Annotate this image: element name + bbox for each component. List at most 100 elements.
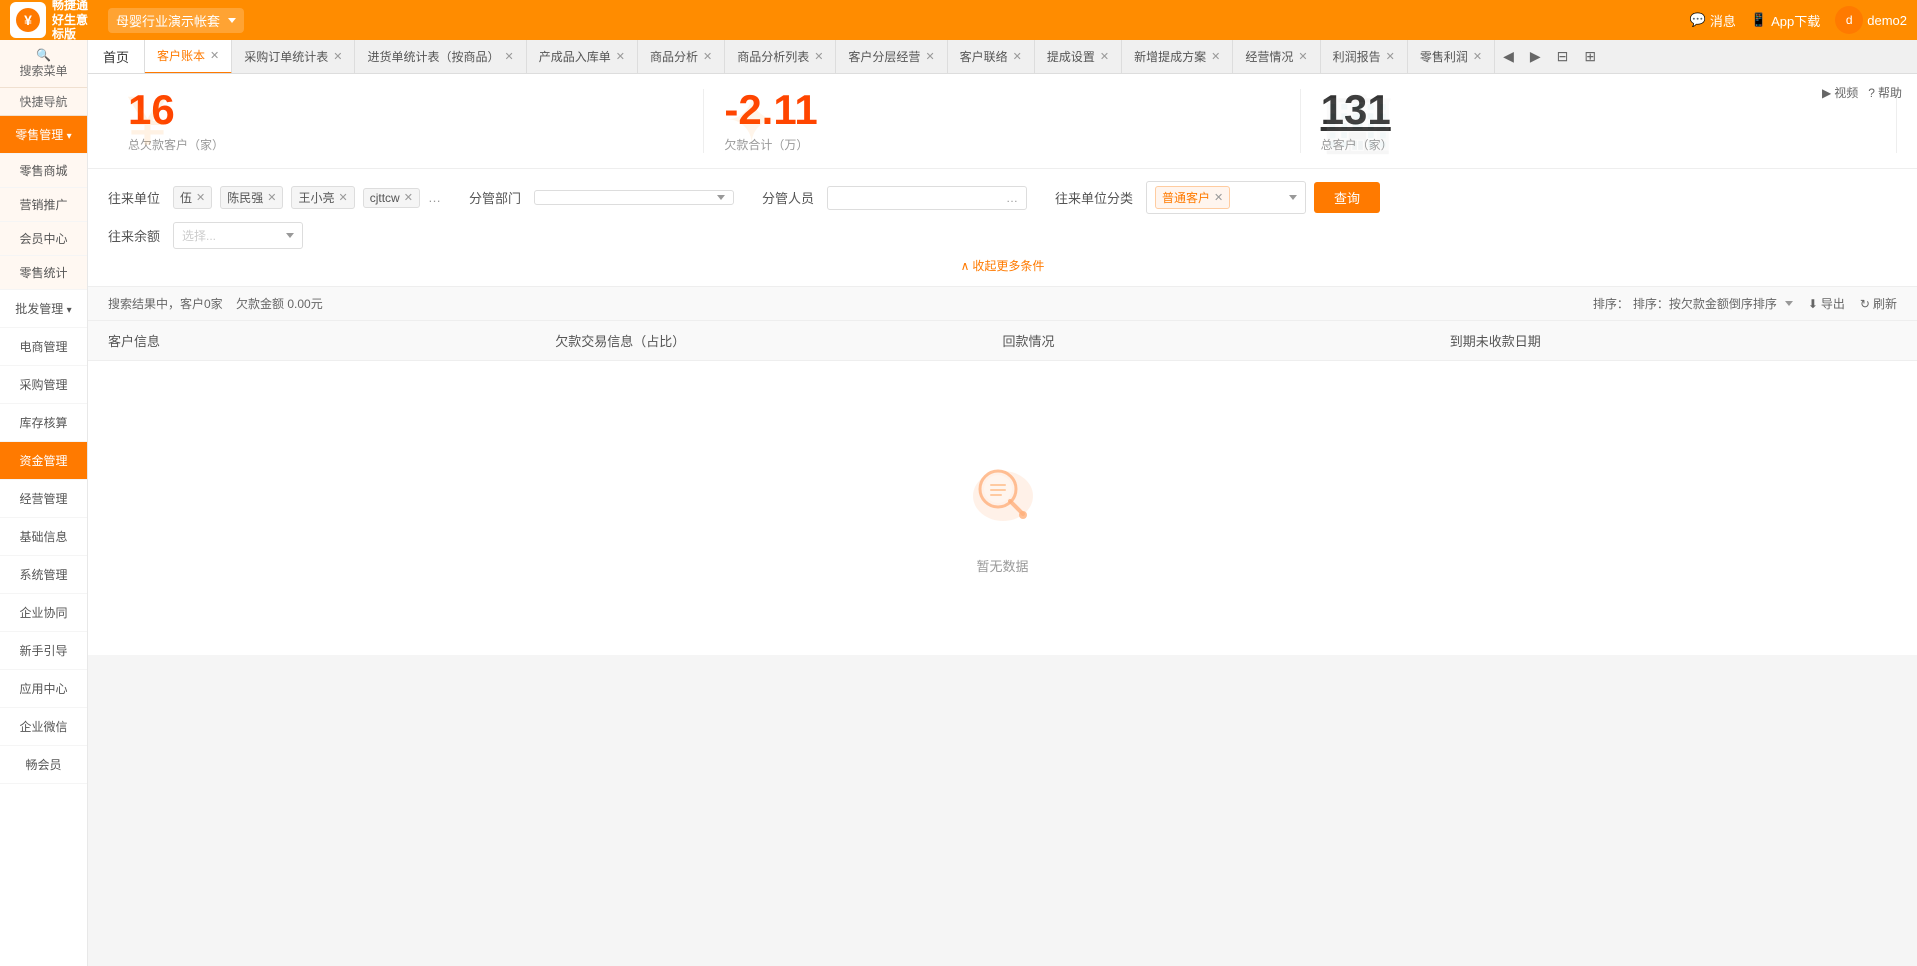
tab-close-profit[interactable]: ✕ xyxy=(1386,50,1395,63)
page-content: ¥ 16 总欠款客户（家） ✦ -2.11 欠款合计（万） 🏢 131 xyxy=(88,74,1917,966)
video-icon: ▶ xyxy=(1822,86,1831,100)
sidebar-item-system[interactable]: 系统管理 xyxy=(0,556,87,594)
filter-select-person[interactable]: … xyxy=(827,186,1027,210)
sidebar-item-finance[interactable]: 资金管理 xyxy=(0,442,87,480)
filter-tag-chen: 陈民强 ✕ xyxy=(220,186,283,209)
user-avatar[interactable]: d demo2 xyxy=(1835,6,1907,34)
tab-product-analysis[interactable]: 商品分析 ✕ xyxy=(638,40,725,74)
sidebar-item-ecommerce[interactable]: 电商管理 xyxy=(0,328,87,366)
sidebar-item-retail-stats[interactable]: 零售统计 xyxy=(0,256,87,290)
tab-commission-settings[interactable]: 提成设置 ✕ xyxy=(1035,40,1122,74)
filter-tag-wang-close[interactable]: ✕ xyxy=(339,191,348,204)
sidebar-item-wholesale[interactable]: 批发管理 ▾ xyxy=(0,290,87,328)
tab-close-customer-account[interactable]: ✕ xyxy=(210,49,219,62)
logo-area: ¥ 畅捷通好生意 标版 xyxy=(10,0,98,42)
sidebar-item-retail-mall[interactable]: 零售商城 xyxy=(0,154,87,188)
tab-minimize[interactable]: ⊟ xyxy=(1549,40,1577,74)
filter-select-dept[interactable] xyxy=(534,190,734,205)
tab-close-goods[interactable]: ✕ xyxy=(505,50,514,63)
sidebar-item-basic-info[interactable]: 基础信息 xyxy=(0,518,87,556)
sidebar-item-purchase[interactable]: 采购管理 xyxy=(0,366,87,404)
filter-row-1: 往来单位 伍 ✕ 陈民强 ✕ 王小亮 ✕ xyxy=(108,181,1897,214)
sidebar-item-member-center[interactable]: 会员中心 xyxy=(0,222,87,256)
filter-tag-wang: 王小亮 ✕ xyxy=(291,186,354,209)
tab-retail-profit[interactable]: 零售利润 ✕ xyxy=(1408,40,1495,74)
tab-maximize[interactable]: ⊞ xyxy=(1576,40,1604,74)
filter-tag-cjttcw: cjttcw ✕ xyxy=(363,188,420,208)
stat-bg-icon-3: 🏢 xyxy=(1321,86,1396,157)
tab-purchase-order-stats[interactable]: 采购订单统计表 ✕ xyxy=(232,40,355,74)
tab-home[interactable]: 首页 xyxy=(88,40,145,74)
tab-close-segmentation[interactable]: ✕ xyxy=(925,50,934,63)
tab-product-analysis-list[interactable]: 商品分析列表 ✕ xyxy=(725,40,836,74)
tab-customer-account[interactable]: 客户账本 ✕ xyxy=(145,40,232,74)
store-selector[interactable]: 母婴行业演示帐套 xyxy=(108,8,244,33)
sidebar-item-app-center[interactable]: 应用中心 xyxy=(0,670,87,708)
tab-close-contact[interactable]: ✕ xyxy=(1013,50,1022,63)
tab-close-inbound[interactable]: ✕ xyxy=(616,50,625,63)
sidebar-item-operations[interactable]: 经营管理 xyxy=(0,480,87,518)
tab-close-analysis[interactable]: ✕ xyxy=(703,50,712,63)
filter-tag-chen-close[interactable]: ✕ xyxy=(267,191,276,204)
tab-close-analysis-list[interactable]: ✕ xyxy=(814,50,823,63)
tab-close-commission[interactable]: ✕ xyxy=(1100,50,1109,63)
app-download-btn[interactable]: 📱 App下载 xyxy=(1751,11,1820,30)
top-bar: ¥ 畅捷通好生意 标版 母婴行业演示帐套 💬 消息 📱 App下载 xyxy=(0,0,1917,40)
stat-bg-icon-2: ✦ xyxy=(724,83,778,159)
sidebar-item-marketing[interactable]: 营销推广 xyxy=(0,188,87,222)
collapse-btn[interactable]: ∧ 收起更多条件 xyxy=(108,257,1897,274)
col-header-repayment: 回款情况 xyxy=(1003,331,1450,350)
tab-product-inbound[interactable]: 产成品入库单 ✕ xyxy=(527,40,638,74)
sort-selector[interactable]: 排序： 排序：按欠款金额倒序排序 xyxy=(1593,295,1793,312)
stats-banner: ¥ 16 总欠款客户（家） ✦ -2.11 欠款合计（万） 🏢 131 xyxy=(88,74,1917,169)
tab-close-new-commission[interactable]: ✕ xyxy=(1211,50,1220,63)
filter-select-balance[interactable]: 选择... xyxy=(173,222,303,249)
sidebar-quick-nav[interactable]: 快捷导航 xyxy=(0,88,87,116)
message-icon: 💬 xyxy=(1690,12,1706,28)
query-button[interactable]: 查询 xyxy=(1314,182,1380,213)
empty-text: 暂无数据 xyxy=(976,556,1028,575)
video-help: ▶ 视频 ? 帮助 xyxy=(1822,84,1902,101)
filter-more-btn[interactable]: … xyxy=(428,190,441,205)
sidebar-item-retail-mgmt[interactable]: 零售管理 ▾ xyxy=(0,116,87,154)
sidebar-search[interactable]: 🔍 搜索菜单 xyxy=(0,40,87,88)
sidebar-sub-retail: 零售商城 营销推广 会员中心 零售统计 xyxy=(0,154,87,290)
video-link[interactable]: ▶ 视频 xyxy=(1822,84,1858,101)
tab-profit-report[interactable]: 利润报告 ✕ xyxy=(1321,40,1408,74)
sidebar-item-enterprise-collab[interactable]: 企业协同 xyxy=(0,594,87,632)
tab-new-commission[interactable]: 新增提成方案 ✕ xyxy=(1122,40,1233,74)
help-link[interactable]: ? 帮助 xyxy=(1868,84,1902,101)
tab-purchase-goods-stats[interactable]: 进货单统计表（按商品） ✕ xyxy=(355,40,526,74)
sidebar-item-enterprise-wechat[interactable]: 企业微信 xyxy=(0,708,87,746)
tab-nav-prev[interactable]: ◀ xyxy=(1495,40,1522,74)
download-icon: 📱 xyxy=(1751,12,1767,28)
tab-customer-contact[interactable]: 客户联络 ✕ xyxy=(948,40,1035,74)
export-btn[interactable]: ⬇ 导出 xyxy=(1808,295,1845,312)
tab-nav-next[interactable]: ▶ xyxy=(1522,40,1549,74)
tab-business-situation[interactable]: 经营情况 ✕ xyxy=(1233,40,1320,74)
filter-tag-wu-close[interactable]: ✕ xyxy=(196,191,205,204)
help-icon: ? xyxy=(1868,86,1875,100)
sidebar-item-newbie-guide[interactable]: 新手引导 xyxy=(0,632,87,670)
filter-area: 往来单位 伍 ✕ 陈民强 ✕ 王小亮 ✕ xyxy=(88,169,1917,287)
stat-bg-icon-1: ¥ xyxy=(128,81,167,161)
result-actions: 排序： 排序：按欠款金额倒序排序 ⬇ 导出 ↻ 刷新 xyxy=(1593,295,1897,312)
filter-tag-category-close[interactable]: ✕ xyxy=(1214,191,1223,204)
tab-bar: 首页 客户账本 ✕ 采购订单统计表 ✕ 进货单统计表（按商品） ✕ 产成品入库单… xyxy=(88,40,1917,74)
filter-label-person: 分管人员 xyxy=(762,188,814,207)
filter-tag-cjttcw-close[interactable]: ✕ xyxy=(404,191,413,204)
tab-close-business[interactable]: ✕ xyxy=(1298,50,1307,63)
sidebar-item-chang-member[interactable]: 畅会员 xyxy=(0,746,87,784)
app-container: ¥ 畅捷通好生意 标版 母婴行业演示帐套 💬 消息 📱 App下载 xyxy=(0,0,1917,966)
refresh-btn[interactable]: ↻ 刷新 xyxy=(1860,295,1897,312)
tab-customer-segmentation[interactable]: 客户分层经营 ✕ xyxy=(836,40,947,74)
filter-select-category[interactable]: 普通客户 ✕ xyxy=(1146,181,1306,214)
result-summary: 搜索结果中，客户0家 欠款金额 0.00元 xyxy=(108,295,323,312)
tab-close-purchase[interactable]: ✕ xyxy=(333,50,342,63)
filter-tag-wu: 伍 ✕ xyxy=(173,186,212,209)
top-right: 💬 消息 📱 App下载 d demo2 xyxy=(1690,6,1907,34)
tab-close-retail[interactable]: ✕ xyxy=(1473,50,1482,63)
table-container: 客户信息 欠款交易信息（占比） 回款情况 到期未收款日期 xyxy=(88,321,1917,655)
sidebar-item-inventory[interactable]: 库存核算 xyxy=(0,404,87,442)
messages-btn[interactable]: 💬 消息 xyxy=(1690,11,1736,30)
